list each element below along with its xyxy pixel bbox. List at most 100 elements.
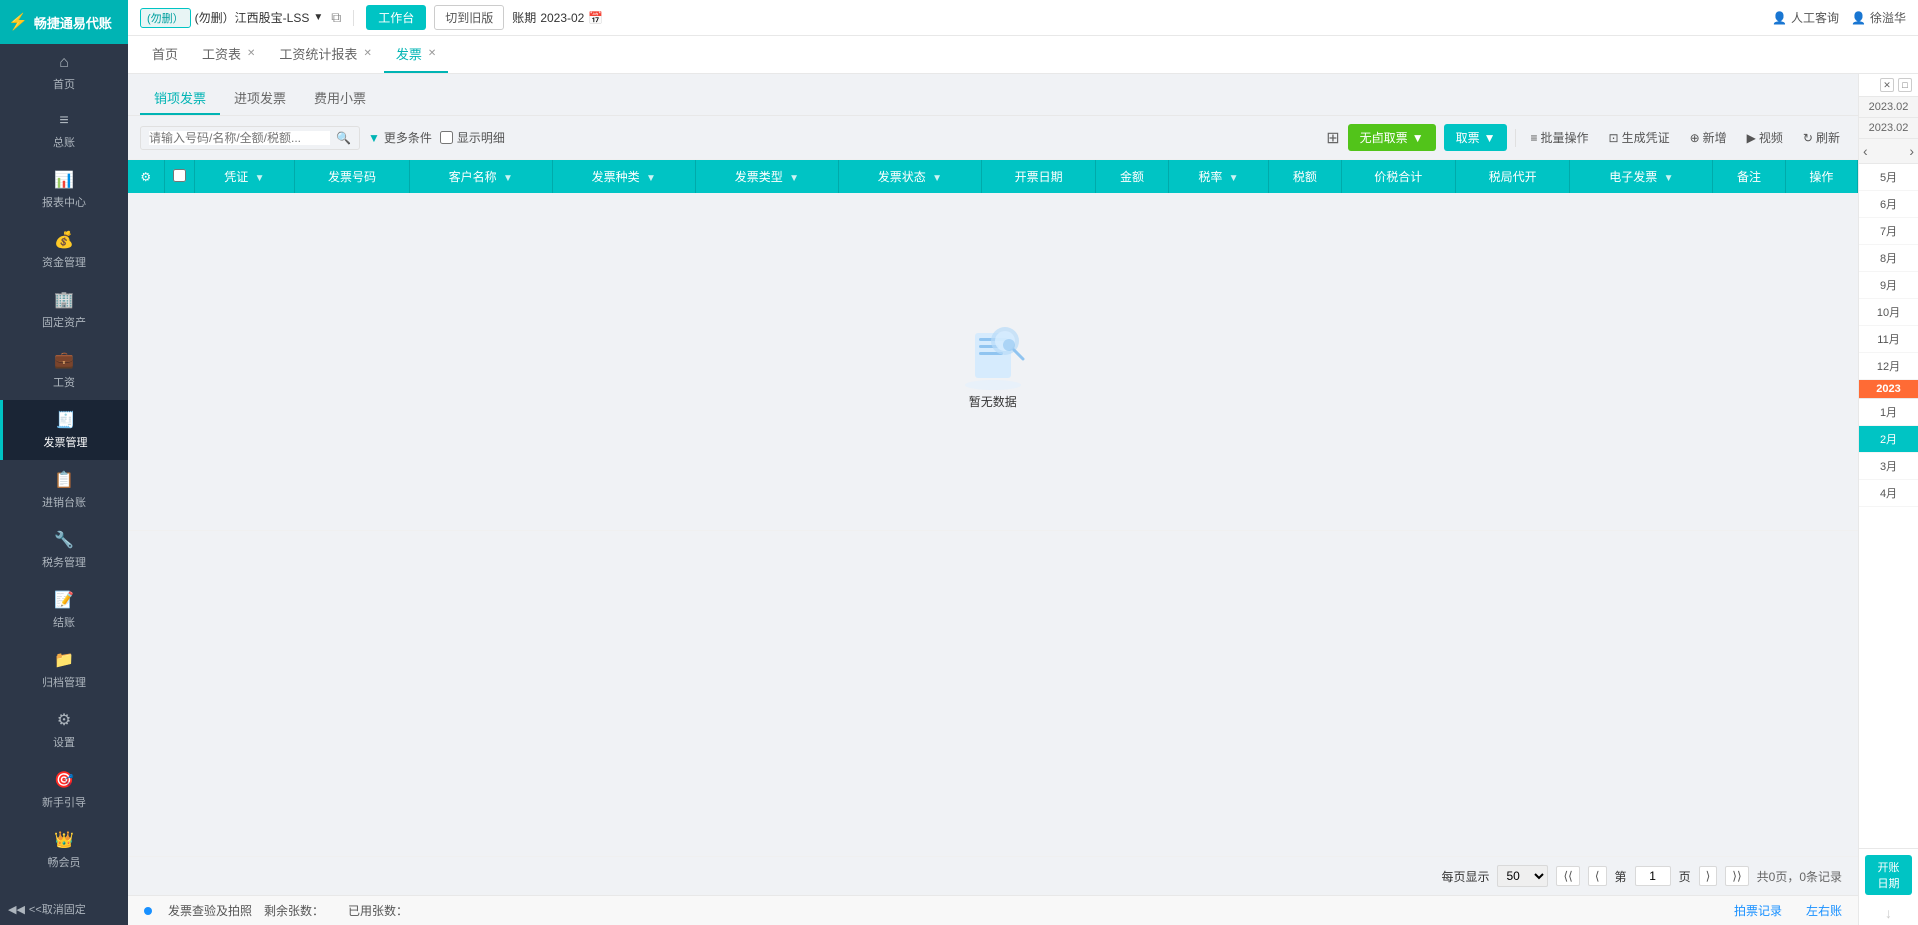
period-month-5[interactable]: 5月 (1859, 164, 1918, 191)
period-month-7[interactable]: 7月 (1859, 218, 1918, 245)
period-month-10[interactable]: 10月 (1859, 299, 1918, 326)
batch-ops-button[interactable]: ≡ 批量操作 (1524, 125, 1594, 150)
period-year-2023: 2023 (1859, 380, 1918, 399)
panel-close-btn[interactable]: ✕ (1880, 78, 1894, 92)
switch-old-button[interactable]: 切到旧版 (434, 5, 504, 30)
th-customer-label: 客户名称 (449, 170, 497, 184)
sidebar-item-purchase-sales[interactable]: 📋 进销台账 (0, 460, 128, 520)
support-btn[interactable]: 👤 人工客询 (1772, 9, 1839, 26)
period-month-5-label: 5月 (1880, 172, 1897, 184)
select-all-checkbox[interactable] (173, 169, 186, 182)
user-avatar[interactable]: 👤 徐溢华 (1851, 9, 1906, 26)
th-e-invoice-label: 电子发票 (1609, 170, 1657, 184)
next-page-btn[interactable]: ⟩ (1699, 866, 1718, 886)
deduction-button[interactable]: 取票 ▼ (1444, 124, 1508, 151)
tab-invoice-close[interactable]: ✕ (428, 48, 436, 59)
tab-home[interactable]: 首页 (140, 36, 190, 73)
sidebar-item-ledger[interactable]: ≡ 总账 (0, 102, 128, 160)
scroll-down-icon[interactable]: ↓ (1885, 905, 1892, 921)
subtab-expense-receipt[interactable]: 费用小票 (300, 82, 380, 115)
archive-icon: 📁 (54, 650, 74, 670)
workbench-button[interactable]: 工作台 (366, 5, 426, 30)
prev-page-btn[interactable]: ⟨ (1588, 866, 1607, 886)
first-page-btn[interactable]: ⟨⟨ (1556, 866, 1579, 886)
th-invoice-status-filter-icon: ▼ (932, 173, 942, 184)
sidebar-label-guide: 新手引导 (42, 794, 86, 810)
show-detail-checkbox[interactable]: 显示明细 (440, 129, 505, 146)
period-next-btn[interactable]: › (1909, 143, 1914, 159)
open-period-btn-container: 开账日期 (1859, 848, 1918, 901)
period-month-9[interactable]: 9月 (1859, 272, 1918, 299)
th-invoice-category[interactable]: 发票类型 ▼ (695, 160, 838, 193)
tab-invoice[interactable]: 发票 ✕ (384, 36, 448, 73)
tab-salary-stats-close[interactable]: ✕ (363, 48, 371, 59)
page-input[interactable] (1635, 866, 1671, 886)
th-e-invoice[interactable]: 电子发票 ▼ (1570, 160, 1713, 193)
sidebar-item-home[interactable]: ⌂ 首页 (0, 44, 128, 102)
per-page-select[interactable]: 20 50 100 (1497, 865, 1548, 887)
th-settings[interactable]: ⚙ (128, 160, 164, 193)
gen-voucher-button[interactable]: ⊡ 生成凭证 (1603, 125, 1676, 150)
sidebar-item-invoice-mgmt[interactable]: 🧾 发票管理 (0, 400, 128, 460)
sidebar-label-salary: 工资 (53, 374, 75, 390)
refresh-button[interactable]: ↻ 刷新 (1797, 125, 1846, 150)
period-month-6[interactable]: 6月 (1859, 191, 1918, 218)
toolbar-separator (1515, 129, 1516, 147)
new-label: 新增 (1703, 129, 1727, 146)
new-button[interactable]: ⊕ 新增 (1684, 125, 1733, 150)
sidebar-item-assets[interactable]: 🏢 固定资产 (0, 280, 128, 340)
sidebar-item-finance[interactable]: 💰 资金管理 (0, 220, 128, 280)
invoice-table: ⚙ 凭证 ▼ 发票号码 (128, 160, 1858, 531)
sidebar-item-tax-mgmt[interactable]: 🔧 税务管理 (0, 520, 128, 580)
collapse-label: <<取消固定 (29, 901, 86, 917)
video-button[interactable]: ▶ 视频 (1741, 125, 1789, 150)
period-selector[interactable]: 账期 2023-02 📅 (512, 9, 603, 26)
open-period-button[interactable]: 开账日期 (1865, 855, 1912, 895)
th-tax-rate[interactable]: 税率 ▼ (1168, 160, 1269, 193)
panel-max-btn[interactable]: □ (1898, 78, 1912, 92)
sidebar-item-settlement[interactable]: 📝 结账 (0, 580, 128, 640)
th-tax-total: 价税合计 (1341, 160, 1455, 193)
period-month-2-2023[interactable]: 2月 (1859, 426, 1918, 453)
sidebar-item-settings[interactable]: ⚙ 设置 (0, 700, 128, 760)
tab-salary-table[interactable]: 工资表 ✕ (190, 36, 267, 73)
period-month-12[interactable]: 12月 (1859, 353, 1918, 380)
th-invoice-type[interactable]: 发票种类 ▼ (552, 160, 695, 193)
th-voucher[interactable]: 凭证 ▼ (194, 160, 295, 193)
period-prev-btn[interactable]: ‹ (1863, 143, 1868, 159)
show-detail-input[interactable] (440, 131, 453, 144)
company-selector[interactable]: (勿删） (勿删）江西股宝-LSS ▼ ⧉ (140, 8, 341, 28)
more-filter-btn[interactable]: ▼ 更多条件 (368, 129, 432, 146)
right-link[interactable]: 左右账 (1806, 902, 1842, 919)
sidebar-item-salary[interactable]: 💼 工资 (0, 340, 128, 400)
search-icon[interactable]: 🔍 (336, 131, 351, 145)
period-month-4-2023[interactable]: 4月 (1859, 480, 1918, 507)
th-tax-office: 税局代开 (1455, 160, 1569, 193)
table-header-row: ⚙ 凭证 ▼ 发票号码 (128, 160, 1858, 193)
period-month-8[interactable]: 8月 (1859, 245, 1918, 272)
th-invoice-type-filter-icon: ▼ (646, 173, 656, 184)
subtab-purchase-invoice[interactable]: 进项发票 (220, 82, 300, 115)
period-month-3-2023[interactable]: 3月 (1859, 453, 1918, 480)
tab-salary-stats[interactable]: 工资统计报表 ✕ (267, 36, 383, 73)
th-invoice-status[interactable]: 发票状态 ▼ (838, 160, 981, 193)
sidebar-item-member[interactable]: 👑 畅会员 (0, 820, 128, 880)
sidebar-item-reports[interactable]: 📊 报表中心 (0, 160, 128, 220)
last-page-btn[interactable]: ⟩⟩ (1725, 866, 1748, 886)
period-month-1-2023[interactable]: 1月 (1859, 399, 1918, 426)
sidebar-collapse-btn[interactable]: ◀◀ <<取消固定 (0, 893, 128, 925)
period-header-text-1: 2023.02 (1869, 101, 1909, 113)
search-input[interactable] (149, 131, 330, 145)
th-customer[interactable]: 客户名称 ▼ (409, 160, 552, 193)
down-arrow-container: ↓ (1859, 901, 1918, 925)
register-link[interactable]: 拍票记录 (1734, 902, 1782, 919)
sidebar-item-guide[interactable]: 🎯 新手引导 (0, 760, 128, 820)
th-invoice-no-label: 发票号码 (328, 170, 376, 184)
sidebar-item-archive[interactable]: 📁 归档管理 (0, 640, 128, 700)
tab-salary-table-close[interactable]: ✕ (247, 48, 255, 59)
period-month-11[interactable]: 11月 (1859, 326, 1918, 353)
no-deduction-button[interactable]: 无卣取票 ▼ (1348, 124, 1436, 151)
grid-view-icon[interactable]: ⊞ (1326, 128, 1339, 148)
subtab-bar: 销项发票 进项发票 费用小票 (128, 74, 1858, 116)
subtab-sales-invoice[interactable]: 销项发票 (140, 82, 220, 115)
